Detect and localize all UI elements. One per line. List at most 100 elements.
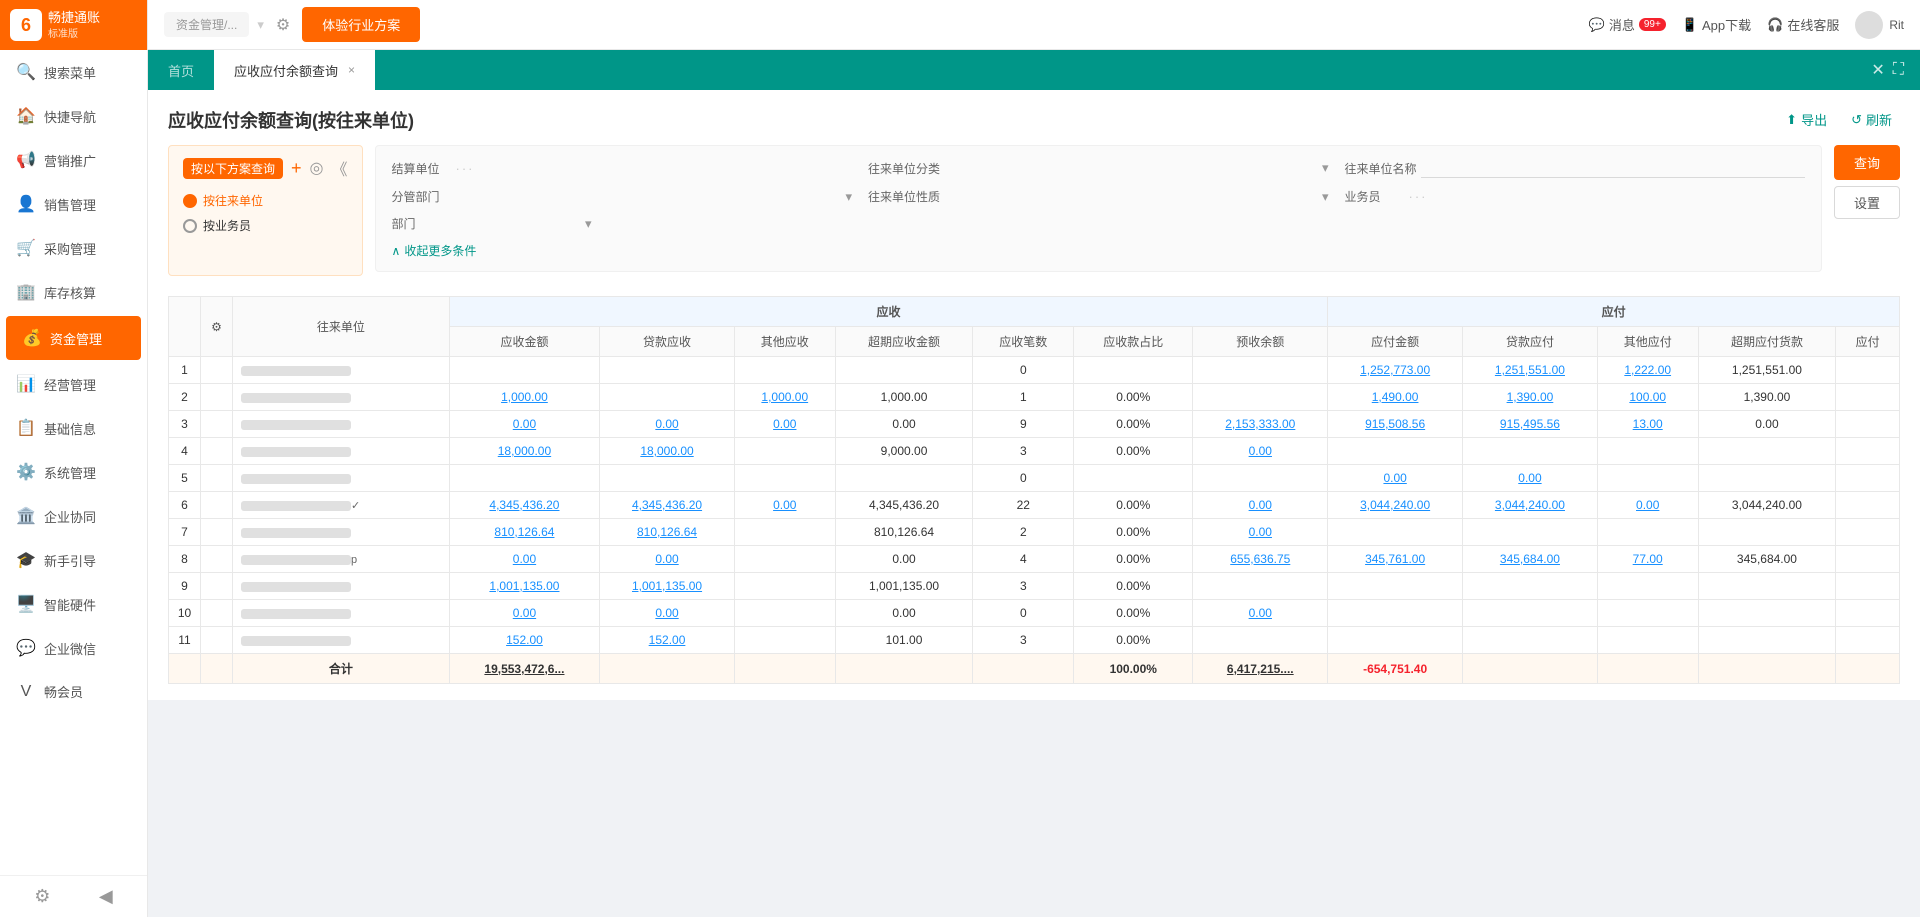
row-cell-应收金额[interactable]: 0.00 <box>449 411 599 438</box>
sidebar-item-management[interactable]: 📊经营管理 <box>0 362 147 406</box>
row-cell-应收金额[interactable]: 18,000.00 <box>449 438 599 465</box>
footer-prepaid-balance[interactable]: 6,417,215.... <box>1193 654 1328 684</box>
sidebar-item-marketing[interactable]: 📢营销推广 <box>0 138 147 182</box>
sidebar-item-capital[interactable]: 💰资金管理 <box>6 316 141 360</box>
sidebar-item-smart-hw[interactable]: 🖥️智能硬件 <box>0 582 147 626</box>
row-cell-预收余额[interactable]: 0.00 <box>1193 519 1328 546</box>
row-cell-贷款应付[interactable]: 345,684.00 <box>1463 546 1598 573</box>
row-cell-应收金额[interactable]: 1,001,135.00 <box>449 573 599 600</box>
row-cell-其他应收 <box>734 627 835 654</box>
sidebar-item-newbie[interactable]: 🎓新手引导 <box>0 538 147 582</box>
query-scheme-back-icon[interactable]: 《 <box>332 156 348 180</box>
row-cell-贷款应收[interactable]: 810,126.64 <box>600 519 735 546</box>
row-cell-其他应收[interactable]: 0.00 <box>734 411 835 438</box>
row-cell-预收余额[interactable]: 2,153,333.00 <box>1193 411 1328 438</box>
sidebar-item-enterprise-wx[interactable]: 💬企业微信 <box>0 626 147 670</box>
row-cell-其他应付[interactable]: 100.00 <box>1597 384 1698 411</box>
row-cell-应付金额[interactable]: 0.00 <box>1328 465 1463 492</box>
row-cell-贷款应付[interactable]: 3,044,240.00 <box>1463 492 1598 519</box>
table-setting-button[interactable]: 设置 <box>1834 186 1900 219</box>
filter-collapse-button[interactable]: ∧ 收起更多条件 <box>392 242 1805 259</box>
tab-home[interactable]: 首页 <box>148 50 214 90</box>
online-service-item[interactable]: 🎧 在线客服 <box>1767 15 1839 34</box>
row-cell-贷款应收[interactable]: 1,001,135.00 <box>600 573 735 600</box>
sidebar-item-basic-info[interactable]: 📋基础信息 <box>0 406 147 450</box>
row-cell-预收余额[interactable]: 0.00 <box>1193 492 1328 519</box>
query-item-by-partner[interactable]: 按往来单位 <box>183 188 348 213</box>
filter-dropdown-branch-icon[interactable]: ▾ <box>585 216 592 232</box>
row-cell-贷款应收[interactable]: 152.00 <box>600 627 735 654</box>
row-cell-贷款应付[interactable]: 1,251,551.00 <box>1463 357 1598 384</box>
row-cell-应收金额[interactable]: 810,126.64 <box>449 519 599 546</box>
sidebar-item-vip[interactable]: V畅会员 <box>0 670 147 713</box>
row-cell-预收余额[interactable]: 0.00 <box>1193 600 1328 627</box>
data-table: ⚙ 往来单位 应收 应付 应收金额 贷款应收 其他应收 超期应收金额 应收笔数 … <box>168 296 1900 684</box>
sidebar-item-enterprise[interactable]: 🏛️企业协同 <box>0 494 147 538</box>
row-cell-贷款应收[interactable]: 0.00 <box>600 546 735 573</box>
filter-input-settlement[interactable]: ··· <box>456 161 475 176</box>
promo-button[interactable]: 体验行业方案 <box>302 7 420 42</box>
table-group-header-row: ⚙ 往来单位 应收 应付 <box>169 297 1900 327</box>
filter-dropdown-nature-icon[interactable]: ▾ <box>1322 189 1329 205</box>
row-cell-超期应收金额: 1,000.00 <box>835 384 973 411</box>
sidebar-collapse-icon[interactable]: ◀ <box>99 886 113 907</box>
row-cell-贷款应收[interactable]: 0.00 <box>600 600 735 627</box>
sidebar-logo: 6 畅捷通账 标准版 <box>0 0 147 50</box>
row-cell-应收金额[interactable]: 1,000.00 <box>449 384 599 411</box>
collapse-up-icon: ∧ <box>392 244 401 258</box>
row-cell-贷款应付[interactable]: 1,390.00 <box>1463 384 1598 411</box>
row-cell-贷款应付[interactable]: 915,495.56 <box>1463 411 1598 438</box>
refresh-button[interactable]: ↺ 刷新 <box>1843 106 1900 133</box>
row-cell-其他应付[interactable]: 13.00 <box>1597 411 1698 438</box>
tab-close-ar-ap-query[interactable]: × <box>348 63 355 77</box>
sidebar-item-sales[interactable]: 👤销售管理 <box>0 182 147 226</box>
footer-other-payable <box>1597 654 1698 684</box>
query-add-icon[interactable]: + <box>291 158 302 179</box>
tab-ar-ap-query[interactable]: 应收应付余额查询× <box>214 50 375 90</box>
sidebar-item-purchase[interactable]: 🛒采购管理 <box>0 226 147 270</box>
row-cell-应收金额[interactable]: 0.00 <box>449 546 599 573</box>
filter-dropdown-category-icon[interactable]: ▾ <box>1322 160 1329 176</box>
export-button[interactable]: ⬆ 导出 <box>1778 106 1835 133</box>
footer-receivable-amount[interactable]: 19,553,472,6... <box>449 654 599 684</box>
row-cell-预收余额[interactable]: 655,636.75 <box>1193 546 1328 573</box>
filter-input-salesman[interactable]: ··· <box>1408 189 1427 204</box>
row-cell-其他应收[interactable]: 1,000.00 <box>734 384 835 411</box>
filter-input-partner-name[interactable] <box>1421 158 1805 178</box>
row-cell-贷款应收[interactable]: 18,000.00 <box>600 438 735 465</box>
row-cell-应付金额[interactable]: 915,508.56 <box>1328 411 1463 438</box>
query-item-by-salesman[interactable]: 按业务员 <box>183 213 348 238</box>
row-cell-应收金额[interactable]: 152.00 <box>449 627 599 654</box>
row-cell-应付金额[interactable]: 345,761.00 <box>1328 546 1463 573</box>
query-scheme-setting-icon[interactable]: ◎ <box>310 158 324 178</box>
app-download-item[interactable]: 📱 App下载 <box>1682 15 1751 34</box>
tab-close-icon[interactable]: ✕ <box>1871 60 1884 80</box>
row-cell-应付金额[interactable]: 1,252,773.00 <box>1328 357 1463 384</box>
sidebar-item-system[interactable]: ⚙️系统管理 <box>0 450 147 494</box>
row-cell-贷款应收[interactable]: 0.00 <box>600 411 735 438</box>
query-button[interactable]: 查询 <box>1834 145 1900 180</box>
settings-gear-icon[interactable]: ⚙ <box>272 11 294 39</box>
sidebar-settings-icon[interactable]: ⚙ <box>34 886 50 907</box>
row-cell-其他应收[interactable]: 0.00 <box>734 492 835 519</box>
row-cell-贷款应付[interactable]: 0.00 <box>1463 465 1598 492</box>
row-cell-贷款应收[interactable]: 4,345,436.20 <box>600 492 735 519</box>
tab-expand-icon[interactable]: ⛶ <box>1893 61 1904 79</box>
row-cell-预收余额[interactable]: 0.00 <box>1193 438 1328 465</box>
sidebar-item-warehouse[interactable]: 🏢库存核算 <box>0 270 147 314</box>
row-cell-应付金额[interactable]: 3,044,240.00 <box>1328 492 1463 519</box>
row-cell-应收金额[interactable]: 0.00 <box>449 600 599 627</box>
row-cell-应付金额[interactable]: 1,490.00 <box>1328 384 1463 411</box>
col-settings-header[interactable]: ⚙ <box>201 297 233 357</box>
user-info[interactable]: Rit <box>1855 11 1904 39</box>
filter-dropdown-dept-icon[interactable]: ▾ <box>845 189 852 205</box>
col-rownum-header <box>169 297 201 357</box>
messages-item[interactable]: 💬 消息 99+ <box>1589 15 1666 34</box>
sidebar-item-quick-nav[interactable]: 🏠快捷导航 <box>0 94 147 138</box>
row-cell-其他应付[interactable]: 77.00 <box>1597 546 1698 573</box>
row-cell-其他应付[interactable]: 0.00 <box>1597 492 1698 519</box>
row-cell-其他应付[interactable]: 1,222.00 <box>1597 357 1698 384</box>
row-cell-应收金额[interactable]: 4,345,436.20 <box>449 492 599 519</box>
sidebar-item-search-menu[interactable]: 🔍搜索菜单 <box>0 50 147 94</box>
row-cell-其他应收 <box>734 357 835 384</box>
